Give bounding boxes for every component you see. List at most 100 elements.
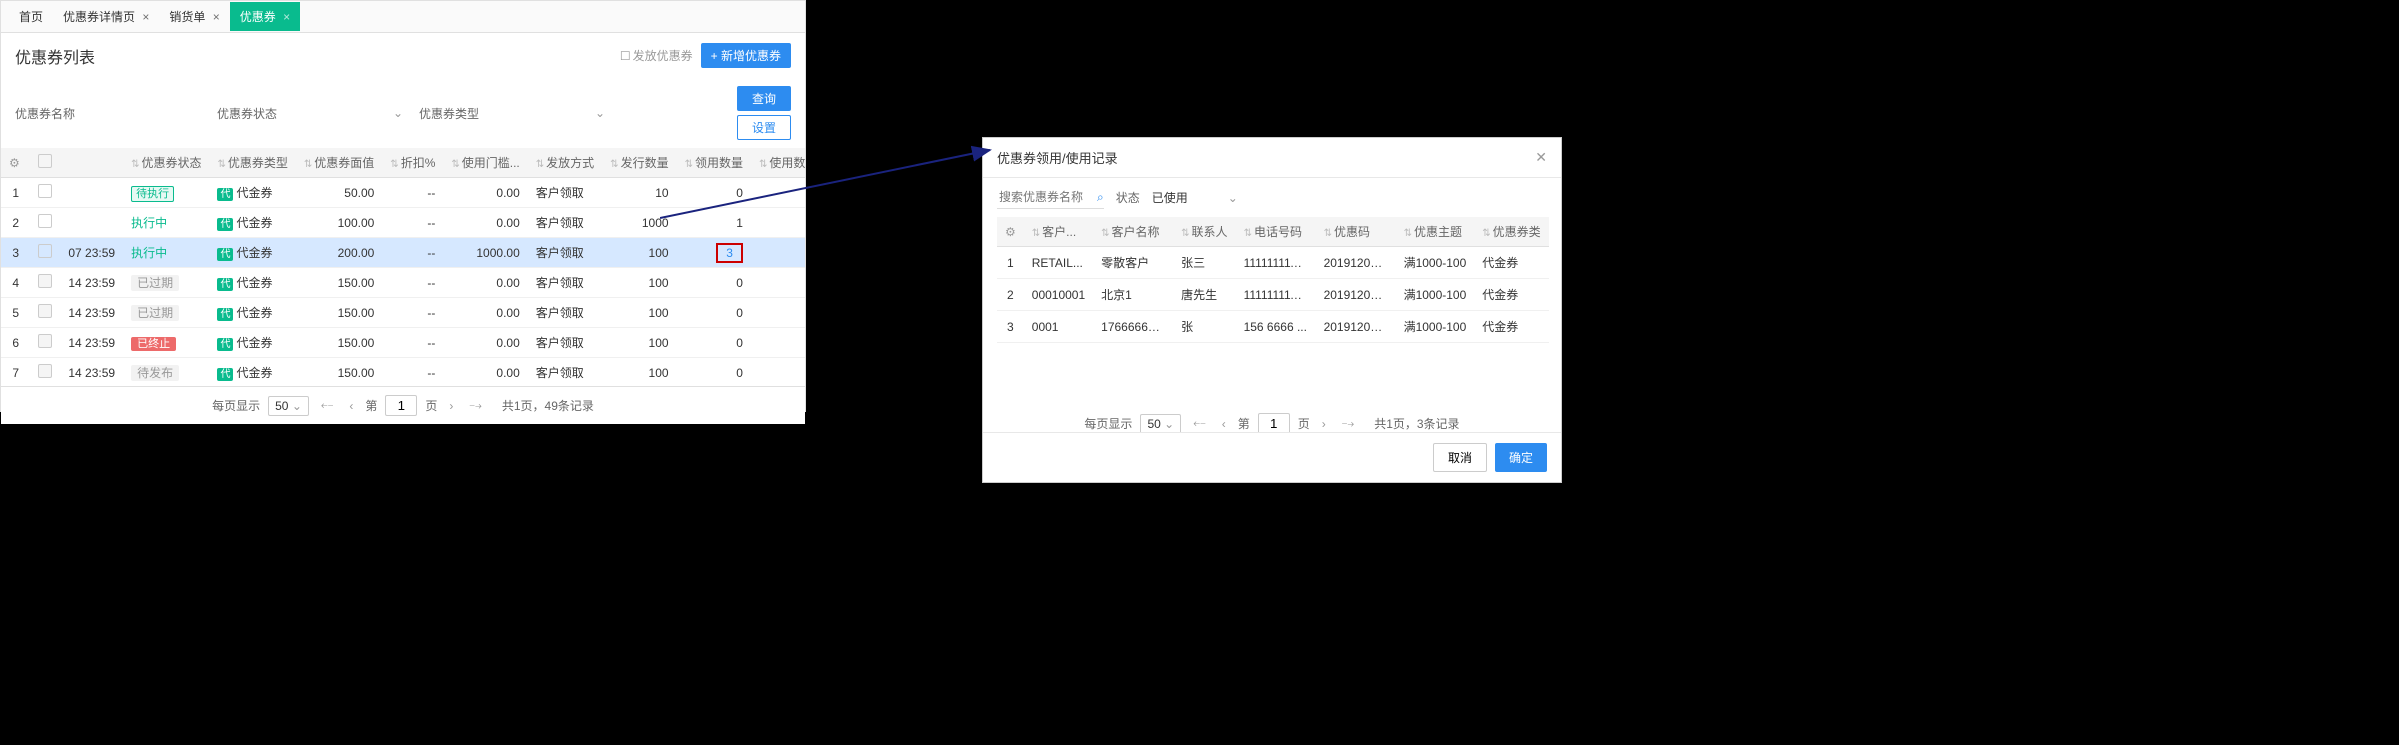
table-row[interactable]: 3 07 23:59 执行中 代代金券 200.00 -- 1000.00 客户… [1,238,805,268]
table-row[interactable]: 2 00010001 北京1 唐先生 11111111111 201912070… [997,279,1549,311]
cell-checkbox[interactable] [30,208,60,238]
search-icon[interactable]: ⌕ [1097,190,1104,205]
cell-checkbox[interactable] [30,298,60,328]
col-time[interactable] [60,148,123,178]
next-page-button[interactable]: › [445,399,457,413]
modal-per-page-select[interactable]: 50 ⌄ [1140,414,1181,434]
cell-claim[interactable]: 3 [677,238,751,268]
cell-idx: 4 [1,268,30,298]
cell-coupon-type: 代金券 [1474,247,1548,279]
tab-coupon-detail[interactable]: 优惠券详情页 × [53,2,159,31]
add-coupon-button[interactable]: 新增优惠券 [701,43,791,68]
cell-checkbox[interactable] [30,328,60,358]
sort-icon: ⇅ [217,159,225,170]
modal-page-input[interactable] [1258,413,1290,434]
first-page-button[interactable]: ⤌ [1189,416,1209,431]
table-row[interactable]: 4 14 23:59 已过期 代代金券 150.00 -- 0.00 客户领取 … [1,268,805,298]
filter-bar: 优惠券名称 优惠券状态 ⌄ 优惠券类型 ⌄ 查询 设置 [1,78,805,148]
row-checkbox[interactable] [38,184,52,198]
per-page-select[interactable]: 50 ⌄ [268,396,309,416]
cell-claim[interactable]: 0 [677,328,751,358]
table-row[interactable]: 5 14 23:59 已过期 代代金券 150.00 -- 0.00 客户领取 … [1,298,805,328]
col-threshold[interactable]: ⇅使用门槛... [443,148,527,178]
col-phone[interactable]: ⇅电话号码 [1236,217,1316,247]
col-topic[interactable]: ⇅优惠主题 [1396,217,1475,247]
modal-close-button[interactable]: ✕ [1535,149,1547,166]
coupon-type-select[interactable]: ⌄ [485,101,605,125]
table-row[interactable]: 6 14 23:59 已终止 代代金券 150.00 -- 0.00 客户领取 … [1,328,805,358]
cell-phone: 11111111111 [1236,279,1316,311]
col-customer-code[interactable]: ⇅客户... [1024,217,1093,247]
row-checkbox[interactable] [38,364,52,378]
tab-home[interactable]: 首页 [9,2,53,31]
table-row[interactable]: 3 0001 17666666666 张 156 6666 ... 201912… [997,311,1549,343]
modal-table-header: ⚙ ⇅客户... ⇅客户名称 ⇅联系人 ⇅电话号码 ⇅优惠码 ⇅优惠主题 ⇅优惠… [997,217,1549,247]
cell-claim[interactable]: 0 [677,358,751,387]
col-gear[interactable]: ⚙ [1,148,30,178]
row-checkbox[interactable] [38,334,52,348]
row-checkbox[interactable] [38,214,52,228]
settings-button[interactable]: 设置 [737,115,791,140]
prev-page-button[interactable]: ‹ [345,399,357,413]
last-page-button[interactable]: ⤍ [1338,416,1358,431]
per-page-label: 每页显示 [212,397,260,414]
first-page-button[interactable]: ⤌ [317,398,337,413]
cell-use: 0 [751,358,805,387]
page-input[interactable] [385,395,417,416]
confirm-button[interactable]: 确定 [1495,443,1547,472]
cell-coupon-type: 代金券 [1474,279,1548,311]
table-row[interactable]: 7 14 23:59 待发布 代代金券 150.00 -- 0.00 客户领取 … [1,358,805,387]
claim-count-highlighted[interactable]: 3 [716,243,743,263]
col-coupon-type[interactable]: ⇅优惠券类 [1474,217,1548,247]
tab-sales-order[interactable]: 销货单 × [159,2,229,31]
next-page-button[interactable]: › [1318,417,1330,431]
close-icon[interactable]: × [283,10,290,24]
coupon-name-input[interactable] [81,101,201,125]
col-gear[interactable]: ⚙ [997,217,1024,247]
tab-coupon[interactable]: 优惠券 × [230,2,300,31]
filter-type-label: 优惠券类型 [419,105,479,122]
row-checkbox[interactable] [38,304,52,318]
col-face-value[interactable]: ⇅优惠券面值 [296,148,382,178]
table-row[interactable]: 1 RETAIL... 零散客户 张三 11111111111 20191207… [997,247,1549,279]
col-coupon-code[interactable]: ⇅优惠码 [1316,217,1396,247]
cell-status: 已过期 [123,298,209,328]
modal-status-select[interactable]: 已使用 ⌄ [1152,189,1238,206]
close-icon[interactable]: × [142,10,149,24]
col-checkbox[interactable] [30,148,60,178]
cell-status: 待发布 [123,358,209,387]
close-icon[interactable]: × [213,10,220,24]
col-discount[interactable]: ⇅折扣% [382,148,443,178]
prev-page-button[interactable]: ‹ [1218,417,1230,431]
page-title: 优惠券列表 [15,44,95,68]
cell-claim[interactable]: 0 [677,298,751,328]
col-type[interactable]: ⇅优惠券类型 [209,148,295,178]
col-method[interactable]: ⇅发放方式 [528,148,602,178]
cell-code: 0001 [1024,311,1093,343]
cancel-button[interactable]: 取消 [1433,443,1487,472]
cell-discount: -- [382,178,443,208]
coupon-status-select[interactable]: ⌄ [283,101,403,125]
row-checkbox[interactable] [38,274,52,288]
cell-idx: 1 [997,247,1024,279]
col-contact[interactable]: ⇅联系人 [1173,217,1235,247]
cell-discount: -- [382,238,443,268]
row-checkbox[interactable] [38,244,52,258]
query-button[interactable]: 查询 [737,86,791,111]
cell-checkbox[interactable] [30,358,60,387]
col-status[interactable]: ⇅优惠券状态 [123,148,209,178]
cell-use: 1 [751,238,805,268]
cell-method: 客户领取 [528,268,602,298]
cell-checkbox[interactable] [30,178,60,208]
cell-checkbox[interactable] [30,268,60,298]
cell-type: 代代金券 [209,208,295,238]
last-page-button[interactable]: ⤍ [465,398,485,413]
distribute-coupon-button[interactable]: ☐ 发放优惠券 [620,47,693,64]
cell-phone: 11111111111 [1236,247,1316,279]
cell-time: 07 23:59 [60,238,123,268]
cell-claim[interactable]: 0 [677,268,751,298]
cell-checkbox[interactable] [30,238,60,268]
checkbox-all[interactable] [38,154,52,168]
modal-search-input[interactable] [997,186,1097,208]
col-customer-name[interactable]: ⇅客户名称 [1093,217,1173,247]
